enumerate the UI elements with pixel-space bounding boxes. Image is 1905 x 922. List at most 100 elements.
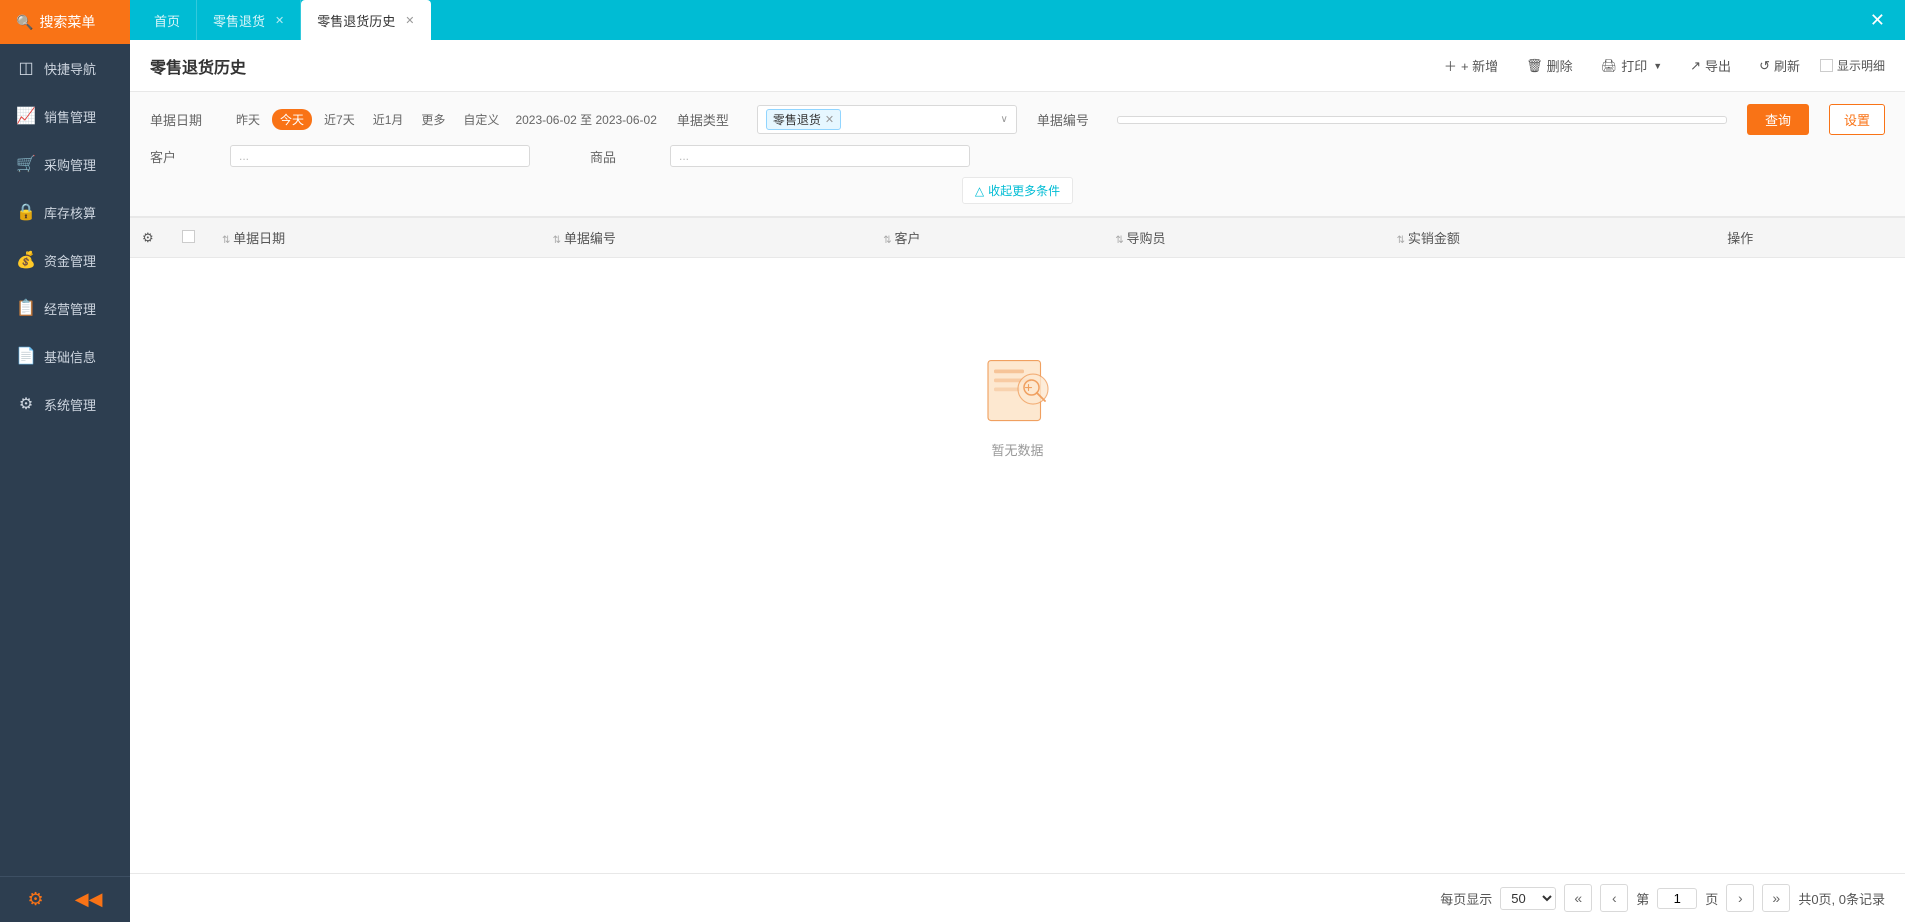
add-button[interactable]: ＋ + 新增 xyxy=(1436,52,1506,79)
date-filter-group: 昨天 今天 近7天 近1月 更多 自定义 2023-06-02 至 2023-0… xyxy=(230,109,657,130)
date-range-display: 2023-06-02 至 2023-06-02 xyxy=(515,111,656,128)
sidebar-item-sales-mgmt[interactable]: 📈 销售管理 xyxy=(0,92,130,140)
th-number[interactable]: ⇅ 单据编号 xyxy=(541,218,872,258)
sidebar-item-label: 资金管理 xyxy=(44,251,96,270)
page-number-input[interactable] xyxy=(1657,888,1697,909)
export-label: 导出 xyxy=(1705,56,1731,75)
settings-icon[interactable]: ⚙ xyxy=(142,230,154,245)
collapse-filter-button[interactable]: △ 收起更多条件 xyxy=(962,177,1073,204)
next-page-icon: › xyxy=(1738,890,1743,906)
collapse-icon: △ xyxy=(975,184,984,198)
sidebar-item-purchase-mgmt[interactable]: 🛒 采购管理 xyxy=(0,140,130,188)
sort-icon: ⇅ xyxy=(553,235,564,246)
sidebar-bottom: ⚙ ◀◀ xyxy=(0,876,130,922)
refresh-button[interactable]: ↺ 刷新 xyxy=(1751,52,1808,79)
sidebar-item-label: 采购管理 xyxy=(44,155,96,174)
date-btn-more[interactable]: 更多 xyxy=(415,109,451,130)
tab-retail-return[interactable]: 零售退货 ✕ xyxy=(197,0,301,40)
query-button[interactable]: 查询 xyxy=(1747,104,1809,135)
date-btn-custom[interactable]: 自定义 xyxy=(457,109,505,130)
customer-input[interactable]: ... xyxy=(230,145,530,167)
sort-icon: ⇅ xyxy=(883,235,894,246)
table-header-row: ⚙ ⇅ 单据日期 ⇅ 单据编号 xyxy=(130,218,1905,258)
th-number-label: 单据编号 xyxy=(564,231,616,246)
date-filter-label: 单据日期 xyxy=(150,110,210,129)
print-icon: 🖨 xyxy=(1601,58,1618,74)
tab-home[interactable]: 首页 xyxy=(138,0,197,40)
export-icon: ↗ xyxy=(1690,58,1701,74)
show-detail-checkbox[interactable] xyxy=(1820,59,1833,72)
date-btn-7days[interactable]: 近7天 xyxy=(318,109,361,130)
th-amount[interactable]: ⇅ 实销金额 xyxy=(1385,218,1716,258)
tab-retail-return-close[interactable]: ✕ xyxy=(275,14,284,27)
sidebar-item-system-mgmt[interactable]: ⚙ 系统管理 xyxy=(0,380,130,428)
inventory-icon: 🔒 xyxy=(16,202,36,222)
select-all-checkbox[interactable] xyxy=(182,230,195,243)
print-button[interactable]: 🖨 打印 ▼ xyxy=(1593,52,1670,79)
page-size-select[interactable]: 50 10 20 100 xyxy=(1500,887,1556,910)
sidebar-item-label: 销售管理 xyxy=(44,107,96,126)
sidebar-item-finance[interactable]: 💰 资金管理 xyxy=(0,236,130,284)
customer-filter-label: 客户 xyxy=(150,147,210,166)
window-close-button[interactable]: ✕ xyxy=(1858,10,1897,31)
next-page-button[interactable]: › xyxy=(1726,884,1754,912)
page-header: 零售退货历史 ＋ + 新增 🗑 删除 🖨 打印 ▼ ↗ 导出 xyxy=(130,40,1905,92)
sidebar-item-operations[interactable]: 📋 经营管理 xyxy=(0,284,130,332)
sidebar-item-inventory[interactable]: 🔒 库存核算 xyxy=(0,188,130,236)
doc-type-dropdown-arrow: ∨ xyxy=(1001,114,1008,125)
audio-bottom-icon[interactable]: ◀◀ xyxy=(75,889,103,910)
sidebar-item-label: 基础信息 xyxy=(44,347,96,366)
th-date[interactable]: ⇅ 单据日期 xyxy=(210,218,541,258)
date-btn-yesterday[interactable]: 昨天 xyxy=(230,109,266,130)
quick-nav-icon: ◫ xyxy=(16,58,36,78)
filter-area: 单据日期 昨天 今天 近7天 近1月 更多 自定义 2023-06-02 至 2… xyxy=(130,92,1905,217)
date-btn-1month[interactable]: 近1月 xyxy=(367,109,410,130)
doc-type-tag-close[interactable]: ✕ xyxy=(825,113,834,126)
tab-bar: 首页 零售退货 ✕ 零售退货历史 ✕ ✕ xyxy=(130,0,1905,40)
show-detail-label: 显示明细 xyxy=(1837,57,1885,74)
print-label: 打印 xyxy=(1621,56,1647,75)
prev-page-button[interactable]: ‹ xyxy=(1600,884,1628,912)
tab-home-label: 首页 xyxy=(154,11,180,30)
collapse-label: 收起更多条件 xyxy=(988,182,1060,199)
th-actions: 操作 xyxy=(1715,218,1905,258)
first-page-button[interactable]: « xyxy=(1564,884,1592,912)
last-page-button[interactable]: » xyxy=(1762,884,1790,912)
date-btn-today[interactable]: 今天 xyxy=(272,109,312,130)
doc-type-input[interactable]: 零售退货 ✕ ∨ xyxy=(757,105,1017,134)
print-dropdown-icon: ▼ xyxy=(1653,61,1662,71)
show-detail-toggle[interactable]: 显示明细 xyxy=(1820,57,1885,74)
operations-icon: 📋 xyxy=(16,298,36,318)
th-settings[interactable]: ⚙ xyxy=(130,218,170,258)
sidebar: 🔍 搜索菜单 ◫ 快捷导航 📈 销售管理 🛒 采购管理 🔒 库存核算 💰 资金管… xyxy=(0,0,130,922)
total-text: 共0页, 0条记录 xyxy=(1798,889,1885,908)
customer-placeholder: ... xyxy=(239,149,249,163)
th-customer[interactable]: ⇅ 客户 xyxy=(871,218,1103,258)
page-size-label: 每页显示 xyxy=(1440,889,1492,908)
tab-bar-right: ✕ xyxy=(1858,10,1897,31)
delete-button[interactable]: 🗑 删除 xyxy=(1518,52,1581,79)
th-checkbox[interactable] xyxy=(170,218,210,258)
setting-button[interactable]: 设置 xyxy=(1829,104,1885,135)
settings-bottom-icon[interactable]: ⚙ xyxy=(28,889,44,910)
th-guide-label: 导购员 xyxy=(1126,231,1165,246)
tab-retail-return-history[interactable]: 零售退货历史 ✕ xyxy=(301,0,431,40)
goods-placeholder: ... xyxy=(679,149,689,163)
th-guide[interactable]: ⇅ 导购员 xyxy=(1103,218,1384,258)
sidebar-search[interactable]: 🔍 搜索菜单 xyxy=(0,0,130,44)
tab-retail-return-history-close[interactable]: ✕ xyxy=(405,14,414,27)
sort-icon: ⇅ xyxy=(1397,235,1408,246)
th-actions-label: 操作 xyxy=(1727,231,1753,246)
tab-retail-return-history-label: 零售退货历史 xyxy=(317,11,395,30)
export-button[interactable]: ↗ 导出 xyxy=(1682,52,1739,79)
prev-page-icon: ‹ xyxy=(1612,890,1617,906)
doc-number-input[interactable] xyxy=(1117,116,1727,124)
filter-row-2: 客户 ... 商品 ... xyxy=(150,145,1885,167)
sidebar-item-quick-nav[interactable]: ◫ 快捷导航 xyxy=(0,44,130,92)
basic-info-icon: 📄 xyxy=(16,346,36,366)
th-customer-label: 客户 xyxy=(894,231,920,246)
th-date-label: 单据日期 xyxy=(233,231,285,246)
sidebar-item-basic-info[interactable]: 📄 基础信息 xyxy=(0,332,130,380)
goods-input[interactable]: ... xyxy=(670,145,970,167)
doc-number-label: 单据编号 xyxy=(1037,110,1097,129)
